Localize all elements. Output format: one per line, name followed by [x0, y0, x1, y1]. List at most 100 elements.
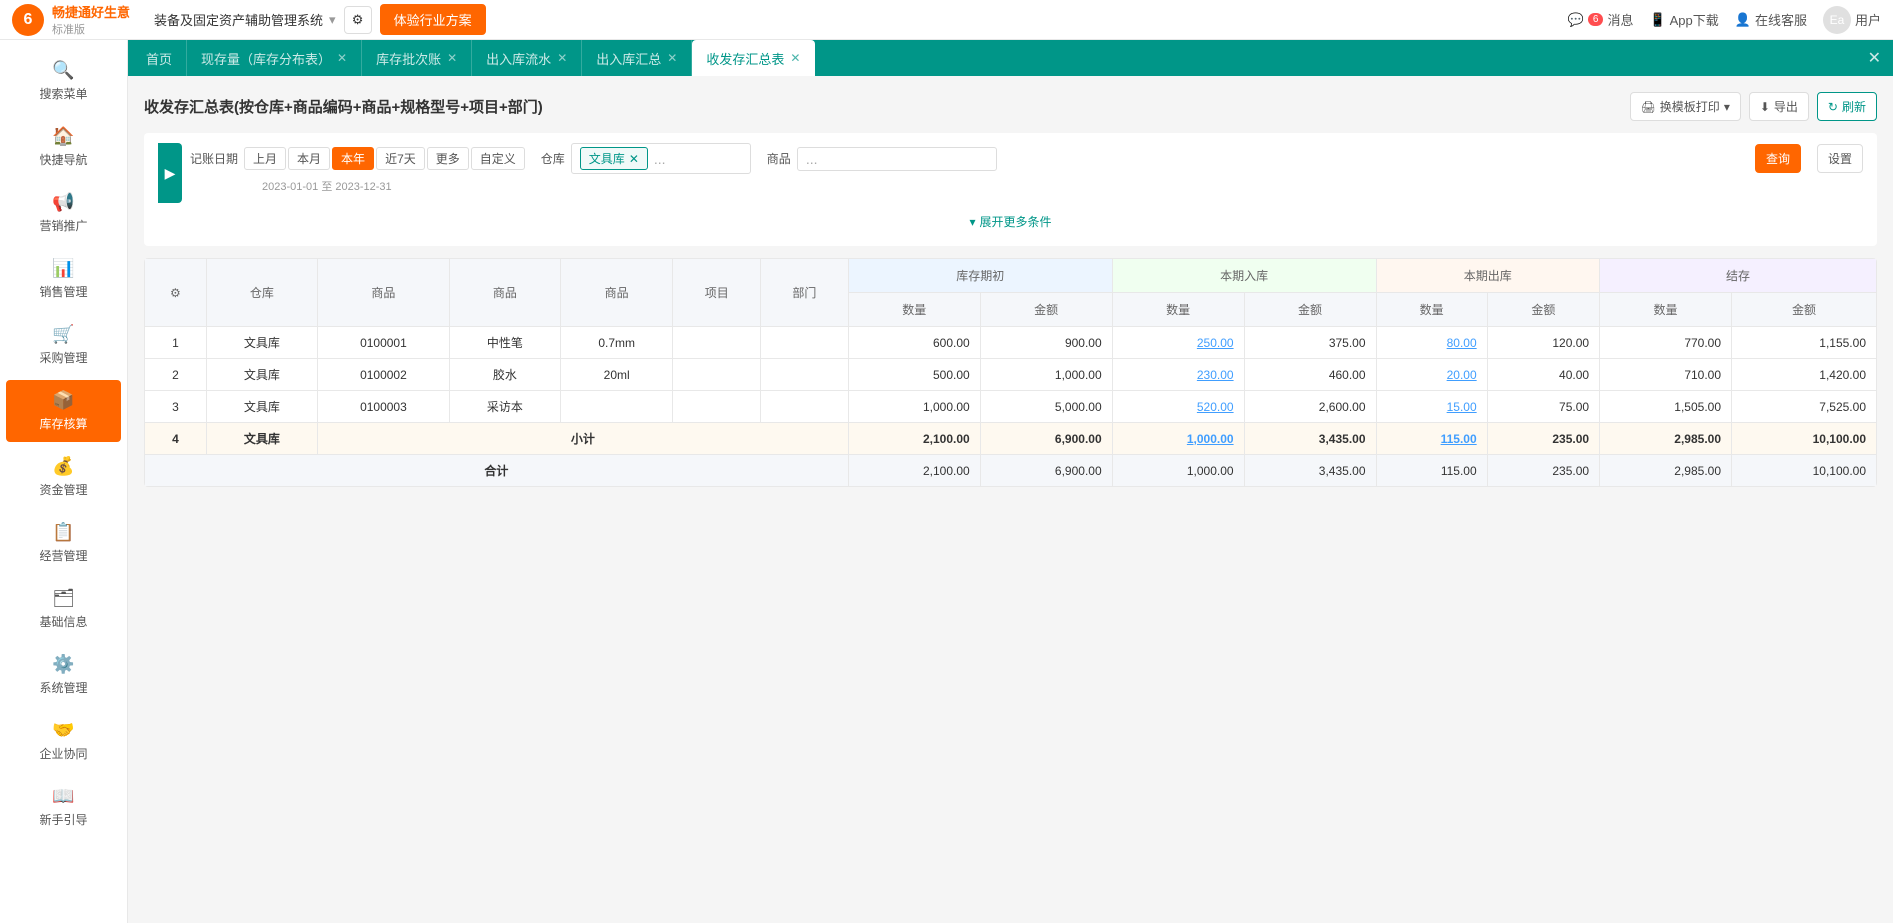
tab-in-out-summary[interactable]: 出入库汇总 ✕: [582, 40, 692, 76]
product-filter-label: 商品: [767, 150, 791, 167]
warehouse-input[interactable]: 文具库 ✕ ...: [571, 143, 751, 174]
warehouse-ellipsis[interactable]: ...: [654, 151, 666, 167]
filter-body: 记账日期 上月 本月 本年 近7天 更多 自定义: [190, 143, 1863, 194]
row-in-qty[interactable]: 250.00: [1112, 327, 1244, 359]
date-btn-this-month[interactable]: 本月: [288, 147, 330, 170]
print-icon: 🖨: [1641, 100, 1656, 114]
date-filter: 记账日期 上月 本月 本年 近7天 更多 自定义: [190, 147, 525, 170]
subtotal-open-amt: 6,900.00: [980, 423, 1112, 455]
marketing-icon: 📢: [52, 192, 74, 213]
th-product: 商品: [449, 259, 560, 327]
tab-home[interactable]: 首页: [132, 40, 187, 76]
sidebar-item-finance[interactable]: 💰 资金管理: [6, 446, 121, 508]
print-dropdown-icon: ▾: [1724, 100, 1730, 114]
row-warehouse: 文具库: [206, 391, 317, 423]
sidebar-item-purchase[interactable]: 🛒 采购管理: [6, 314, 121, 376]
th-warehouse: 仓库: [206, 259, 317, 327]
subtotal-close-qty: 2,985.00: [1600, 423, 1732, 455]
subtotal-out-qty[interactable]: 115.00: [1376, 423, 1487, 455]
sidebar-item-operation[interactable]: 📋 经营管理: [6, 512, 121, 574]
tab-batch-account[interactable]: 库存批次账 ✕: [362, 40, 472, 76]
refresh-button[interactable]: ↻ 刷新: [1817, 92, 1877, 121]
sidebar-item-cooperation[interactable]: 🤝 企业协同: [6, 710, 121, 772]
tab-in-out-summary-close[interactable]: ✕: [667, 51, 677, 65]
row-out-qty[interactable]: 80.00: [1376, 327, 1487, 359]
sidebar-item-label-quick-nav: 快捷导航: [39, 151, 87, 168]
expand-more-conditions[interactable]: ▾ 展开更多条件: [158, 207, 1863, 236]
row-close-qty: 1,505.00: [1600, 391, 1732, 423]
subtotal-label: 小计: [317, 423, 848, 455]
th-outbound: 本期出库: [1376, 259, 1600, 293]
sidebar-item-label-sales: 销售管理: [39, 283, 87, 300]
total-out-amt: 235.00: [1487, 455, 1599, 487]
filter-row-date-range: 2023-01-01 至 2023-12-31: [190, 178, 1863, 194]
purchase-icon: 🛒: [52, 324, 74, 345]
export-button[interactable]: ⬇ 导出: [1749, 92, 1809, 121]
user-button[interactable]: Ea 用户: [1823, 6, 1881, 34]
sidebar-item-label-search: 搜索菜单: [39, 85, 87, 102]
sidebar-item-marketing[interactable]: 📢 营销推广: [6, 182, 121, 244]
row-spec: 0.7mm: [560, 327, 672, 359]
total-label: 合计: [145, 455, 849, 487]
row-out-qty[interactable]: 15.00: [1376, 391, 1487, 423]
app-download-button[interactable]: 📱 App下载: [1649, 10, 1718, 29]
date-btn-this-year[interactable]: 本年: [332, 147, 374, 170]
sidebar-item-inventory[interactable]: 📦 库存核算: [6, 380, 121, 442]
date-btn-7days[interactable]: 近7天: [376, 147, 425, 170]
sidebar-item-guide[interactable]: 📖 新手引导: [6, 776, 121, 838]
settings-gear-button[interactable]: ⚙: [344, 6, 372, 34]
tab-in-out-flow-close[interactable]: ✕: [557, 51, 567, 65]
subtotal-in-amt: 3,435.00: [1244, 423, 1376, 455]
refresh-label: 刷新: [1842, 98, 1866, 115]
sidebar-item-label-cooperation: 企业协同: [39, 745, 87, 762]
date-btn-group: 上月 本月 本年 近7天 更多 自定义: [244, 147, 525, 170]
tab-collect-summary[interactable]: 收发存汇总表 ✕: [692, 40, 815, 76]
subtotal-out-amt: 235.00: [1487, 423, 1599, 455]
row-in-qty[interactable]: 520.00: [1112, 391, 1244, 423]
online-service-button[interactable]: 👤 在线客服: [1735, 10, 1807, 29]
subtotal-in-qty[interactable]: 1,000.00: [1112, 423, 1244, 455]
warehouse-tag-close[interactable]: ✕: [629, 152, 639, 166]
system-dropdown-icon[interactable]: ▾: [329, 12, 336, 28]
date-btn-more[interactable]: 更多: [427, 147, 469, 170]
refresh-icon: ↻: [1828, 100, 1838, 114]
sidebar-item-basic[interactable]: 🗂 基础信息: [6, 578, 121, 640]
sidebar-item-search[interactable]: 🔍 搜索菜单: [6, 50, 121, 112]
row-out-amt: 75.00: [1487, 391, 1599, 423]
try-industry-button[interactable]: 体验行业方案: [380, 4, 486, 35]
sidebar-item-label-marketing: 营销推广: [39, 217, 87, 234]
system-icon: ⚙️: [52, 654, 74, 675]
message-label: 消息: [1607, 10, 1633, 29]
tab-batch-account-close[interactable]: ✕: [447, 51, 457, 65]
row-out-amt: 120.00: [1487, 327, 1599, 359]
th-settings[interactable]: ⚙: [145, 259, 207, 327]
page-content: 收发存汇总表(按仓库+商品编码+商品+规格型号+项目+部门) 🖨 换模板打印 ▾…: [128, 76, 1893, 923]
print-button[interactable]: 🖨 换模板打印 ▾: [1630, 92, 1741, 121]
sidebar-item-system[interactable]: ⚙️ 系统管理: [6, 644, 121, 706]
sidebar-item-sales[interactable]: 📊 销售管理: [6, 248, 121, 310]
message-button[interactable]: 💬 6 消息: [1568, 10, 1634, 29]
total-close-qty: 2,985.00: [1600, 455, 1732, 487]
close-all-tabs-button[interactable]: ✕: [1860, 48, 1889, 68]
query-button[interactable]: 查询: [1755, 144, 1801, 173]
date-btn-last-month[interactable]: 上月: [244, 147, 286, 170]
th-closing: 结存: [1600, 259, 1877, 293]
tab-in-out-flow[interactable]: 出入库流水 ✕: [472, 40, 582, 76]
guide-icon: 📖: [52, 786, 74, 807]
tab-stock-dist[interactable]: 现存量（库存分布表） ✕: [187, 40, 362, 76]
table-container: ⚙ 仓库 商品 商品 商品 项目 部门 库存期初 本期入库 本期出库: [144, 258, 1877, 487]
row-in-qty[interactable]: 230.00: [1112, 359, 1244, 391]
row-out-qty[interactable]: 20.00: [1376, 359, 1487, 391]
filter-settings-button[interactable]: 设置: [1817, 144, 1863, 173]
tab-stock-dist-close[interactable]: ✕: [337, 51, 347, 65]
expand-filter-button[interactable]: ▶: [158, 143, 182, 203]
sidebar-item-quick-nav[interactable]: 🏠 快捷导航: [6, 116, 121, 178]
row-project: [673, 327, 761, 359]
product-ellipsis[interactable]: ...: [806, 151, 818, 167]
row-spec: 20ml: [560, 359, 672, 391]
product-input[interactable]: ...: [797, 147, 997, 171]
tab-collect-summary-close[interactable]: ✕: [790, 51, 800, 65]
page-title: 收发存汇总表(按仓库+商品编码+商品+规格型号+项目+部门): [144, 96, 543, 117]
date-btn-custom[interactable]: 自定义: [471, 147, 525, 170]
row-close-amt: 7,525.00: [1732, 391, 1877, 423]
